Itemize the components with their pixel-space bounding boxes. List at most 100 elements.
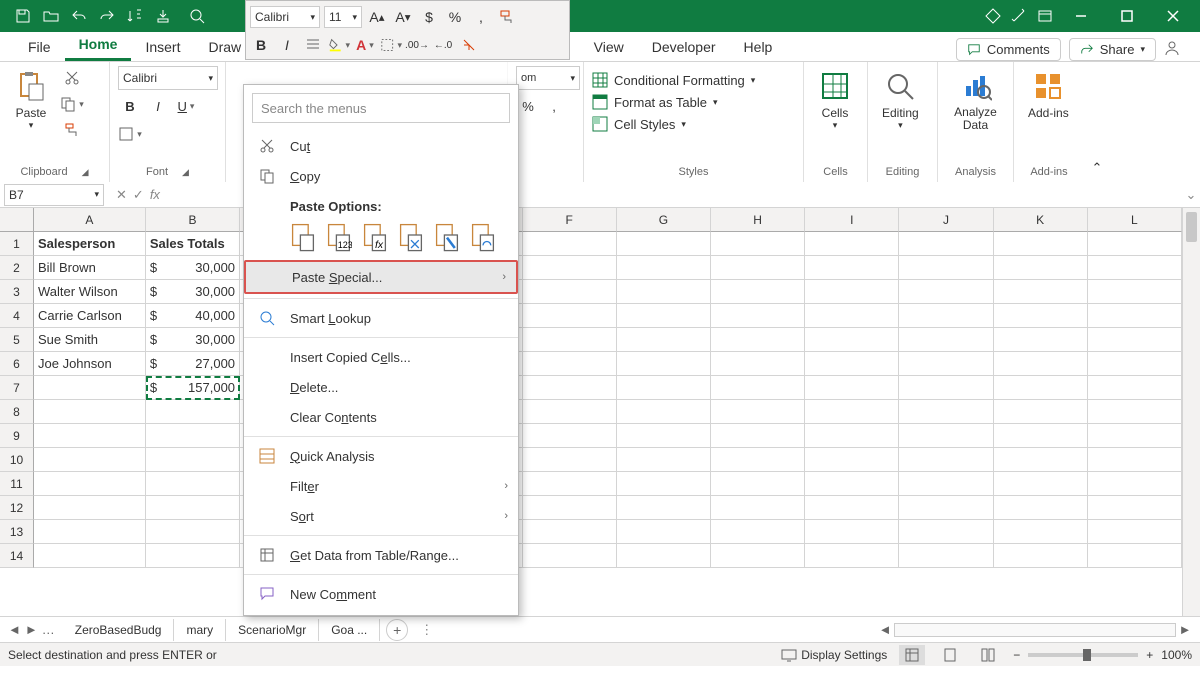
- row-header[interactable]: 4: [0, 304, 34, 328]
- cell[interactable]: $40,000: [146, 304, 240, 328]
- row-header[interactable]: 3: [0, 280, 34, 304]
- cell[interactable]: [711, 472, 805, 496]
- sheet-tab[interactable]: Goa ...: [319, 619, 380, 641]
- cell[interactable]: [994, 352, 1088, 376]
- cell[interactable]: [805, 520, 899, 544]
- menu-copy[interactable]: Copy: [244, 161, 518, 191]
- menu-get-data[interactable]: Get Data from Table/Range...: [244, 540, 518, 570]
- increase-font-icon[interactable]: A▴: [366, 6, 388, 28]
- cell[interactable]: [146, 400, 240, 424]
- tab-home[interactable]: Home: [65, 30, 132, 61]
- fill-color-icon[interactable]: [328, 34, 350, 56]
- sheet-nav-next-icon[interactable]: ►: [25, 622, 38, 637]
- paste-values-icon[interactable]: 123: [326, 222, 352, 250]
- row-header[interactable]: 13: [0, 520, 34, 544]
- cell[interactable]: [711, 544, 805, 568]
- page-layout-view-icon[interactable]: [937, 645, 963, 665]
- zoom-level[interactable]: 100%: [1161, 648, 1192, 662]
- cell[interactable]: [617, 328, 711, 352]
- cell[interactable]: [899, 328, 993, 352]
- sort-icon[interactable]: [122, 4, 148, 28]
- cell[interactable]: [34, 544, 146, 568]
- cell[interactable]: [994, 256, 1088, 280]
- cell[interactable]: [523, 544, 617, 568]
- cell[interactable]: [994, 280, 1088, 304]
- cut-icon[interactable]: [60, 66, 84, 90]
- cell[interactable]: [805, 352, 899, 376]
- cell[interactable]: [146, 520, 240, 544]
- cell[interactable]: [146, 496, 240, 520]
- cell[interactable]: [711, 376, 805, 400]
- cell[interactable]: [805, 544, 899, 568]
- column-header[interactable]: B: [146, 208, 240, 232]
- menu-cut[interactable]: Cut: [244, 131, 518, 161]
- row-header[interactable]: 14: [0, 544, 34, 568]
- align-icon[interactable]: [302, 34, 324, 56]
- cell[interactable]: [1088, 400, 1182, 424]
- tab-file[interactable]: File: [14, 33, 65, 61]
- row-header[interactable]: 9: [0, 424, 34, 448]
- cell[interactable]: [523, 496, 617, 520]
- page-break-view-icon[interactable]: [975, 645, 1001, 665]
- decrease-decimal-icon[interactable]: ←.0: [432, 34, 454, 56]
- menu-smart-lookup[interactable]: Smart Lookup: [244, 303, 518, 333]
- cell[interactable]: [1088, 328, 1182, 352]
- search-icon[interactable]: [182, 8, 212, 24]
- cell[interactable]: [617, 376, 711, 400]
- cell[interactable]: [994, 232, 1088, 256]
- cell[interactable]: [994, 448, 1088, 472]
- cell[interactable]: [899, 304, 993, 328]
- cell[interactable]: Salesperson: [34, 232, 146, 256]
- fx-icon[interactable]: fx: [150, 187, 160, 203]
- addins-button[interactable]: Add-ins: [1022, 66, 1075, 124]
- save-icon[interactable]: [10, 4, 36, 28]
- cell[interactable]: $30,000: [146, 256, 240, 280]
- row-header[interactable]: 12: [0, 496, 34, 520]
- cell[interactable]: [617, 496, 711, 520]
- menu-filter[interactable]: Filter›: [244, 471, 518, 501]
- conditional-formatting-button[interactable]: Conditional Formatting▾: [592, 72, 755, 88]
- cell[interactable]: [711, 352, 805, 376]
- cell[interactable]: [805, 472, 899, 496]
- cell[interactable]: [1088, 232, 1182, 256]
- tab-view[interactable]: View: [580, 33, 638, 61]
- row-header[interactable]: 10: [0, 448, 34, 472]
- cell[interactable]: [34, 376, 146, 400]
- cell[interactable]: [899, 256, 993, 280]
- select-all-corner[interactable]: [0, 208, 34, 232]
- cell[interactable]: Joe Johnson: [34, 352, 146, 376]
- paste-transpose-icon[interactable]: [398, 222, 424, 250]
- cell[interactable]: [523, 328, 617, 352]
- cell[interactable]: [34, 448, 146, 472]
- touch-mode-icon[interactable]: [150, 4, 176, 28]
- open-icon[interactable]: [38, 4, 64, 28]
- cell[interactable]: [899, 496, 993, 520]
- cell[interactable]: [711, 520, 805, 544]
- cell[interactable]: [899, 448, 993, 472]
- cell[interactable]: [994, 496, 1088, 520]
- cell[interactable]: Sue Smith: [34, 328, 146, 352]
- paste-formulas-icon[interactable]: fx: [362, 222, 388, 250]
- cell-styles-button[interactable]: Cell Styles▾: [592, 116, 686, 132]
- cell[interactable]: [805, 304, 899, 328]
- currency-icon[interactable]: $: [418, 6, 440, 28]
- cell[interactable]: [34, 424, 146, 448]
- cell[interactable]: [617, 520, 711, 544]
- vertical-scrollbar[interactable]: [1182, 208, 1200, 616]
- comments-button[interactable]: Comments: [956, 38, 1061, 61]
- clipboard-launcher-icon[interactable]: ◢: [82, 167, 89, 178]
- cell[interactable]: [994, 400, 1088, 424]
- column-header[interactable]: J: [899, 208, 993, 232]
- italic-icon[interactable]: I: [276, 34, 298, 56]
- new-sheet-button[interactable]: +: [386, 619, 408, 641]
- font-name-combo[interactable]: Calibri▾: [118, 66, 218, 90]
- cell[interactable]: [711, 424, 805, 448]
- format-painter-icon[interactable]: [496, 6, 518, 28]
- bold-button[interactable]: B: [118, 94, 142, 118]
- diamond-icon[interactable]: [980, 4, 1006, 28]
- percent-button[interactable]: %: [516, 94, 540, 118]
- ribbon-display-icon[interactable]: [1032, 4, 1058, 28]
- cell[interactable]: [34, 520, 146, 544]
- column-header[interactable]: I: [805, 208, 899, 232]
- cell[interactable]: [617, 352, 711, 376]
